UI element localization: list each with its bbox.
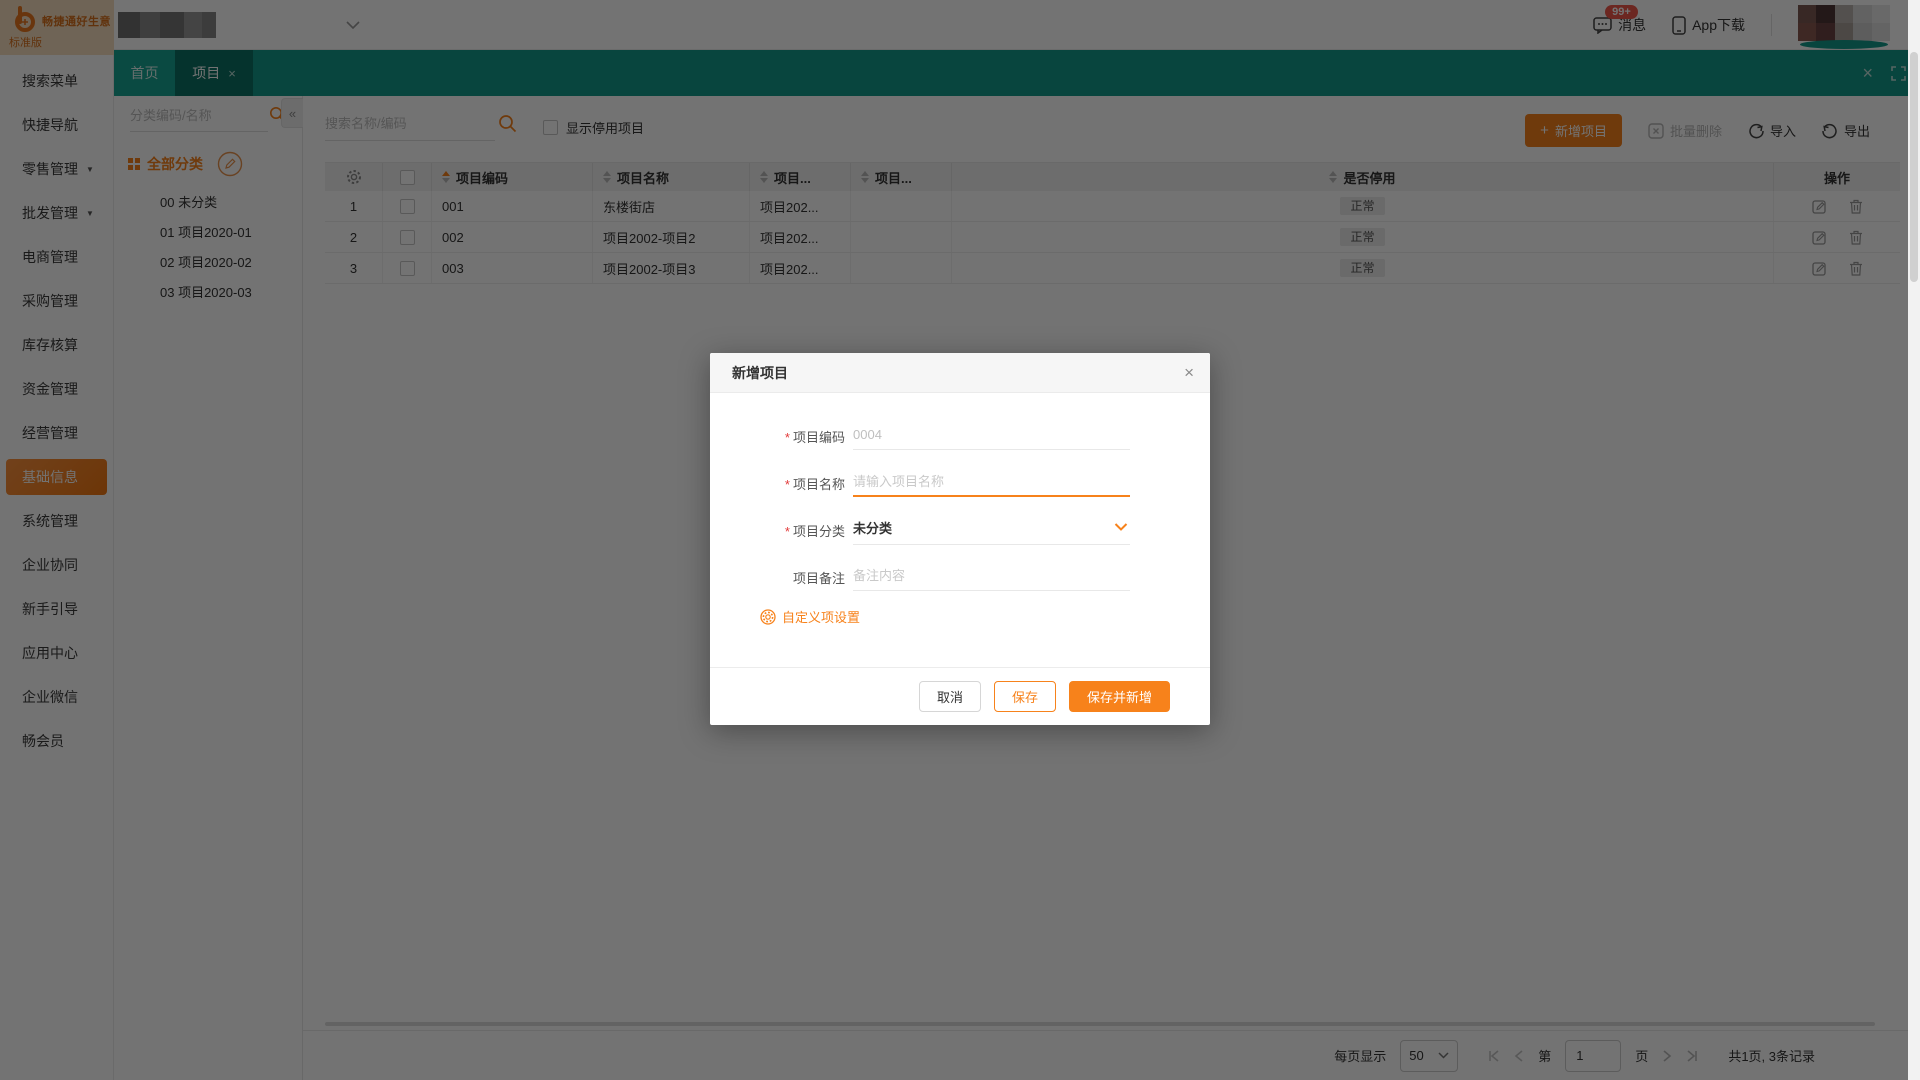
scrollbar-thumb[interactable] <box>1910 52 1918 282</box>
project-note-input[interactable] <box>853 564 1130 591</box>
project-category-select[interactable]: 未分类 <box>853 516 1130 545</box>
cancel-button[interactable]: 取消 <box>918 681 981 712</box>
field-project-code: * 项目编码 <box>710 413 1210 460</box>
modal-body: *项目编码 *项目名称 *项目分类 未分类 项目备注 <box>710 393 1210 626</box>
close-icon[interactable]: × <box>1184 364 1194 381</box>
required-asterisk: * <box>784 524 790 539</box>
save-and-new-button[interactable]: 保存并新增 <box>1068 681 1170 712</box>
vertical-scrollbar[interactable] <box>1908 0 1920 1080</box>
field-project-name: * 项目名称 <box>710 460 1210 507</box>
modal-header: 新增项目 × <box>710 353 1210 393</box>
modal-title: 新增项目 <box>732 364 788 381</box>
modal-footer: 取消 保存 保存并新增 <box>710 667 1210 725</box>
add-project-modal: 新增项目 × *项目编码 *项目名称 *项目分类 未分类 项目备 <box>710 353 1210 725</box>
project-name-input[interactable] <box>853 470 1130 497</box>
required-asterisk: * <box>784 477 790 492</box>
field-project-category: * 项目分类 未分类 <box>710 507 1210 554</box>
gear-circle-icon <box>760 608 776 625</box>
required-asterisk: * <box>784 430 790 445</box>
field-project-note: 项目备注 <box>710 554 1210 601</box>
save-button[interactable]: 保存 <box>993 681 1056 712</box>
custom-fields-settings-link[interactable]: 自定义项设置 <box>760 607 1210 626</box>
project-code-input[interactable] <box>853 423 1130 450</box>
chevron-down-icon <box>1114 523 1128 531</box>
